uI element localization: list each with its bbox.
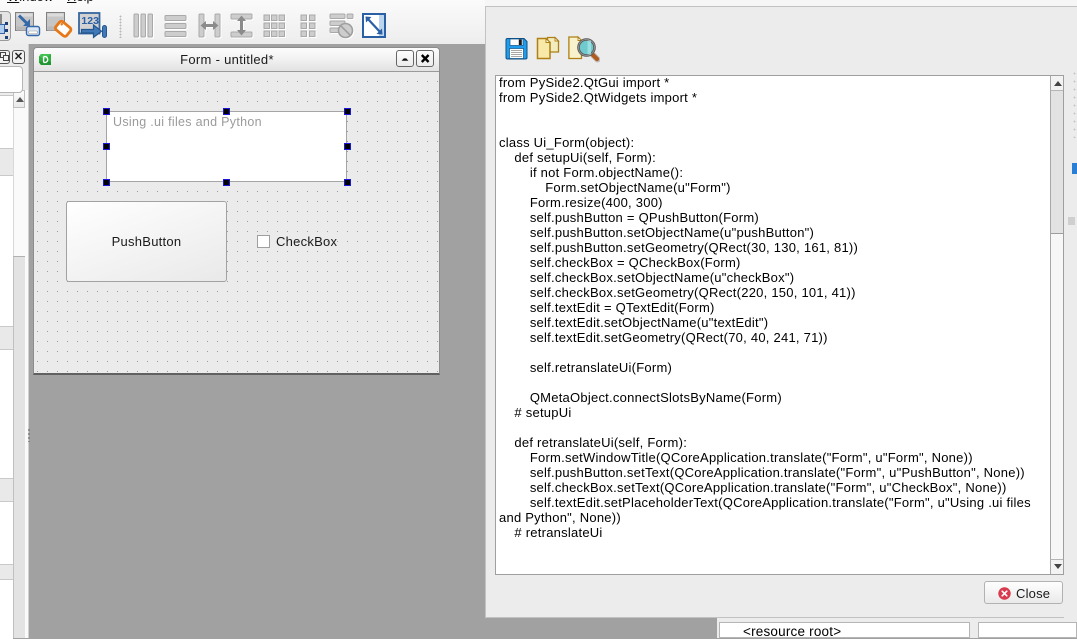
svg-text:123: 123 — [81, 15, 99, 27]
